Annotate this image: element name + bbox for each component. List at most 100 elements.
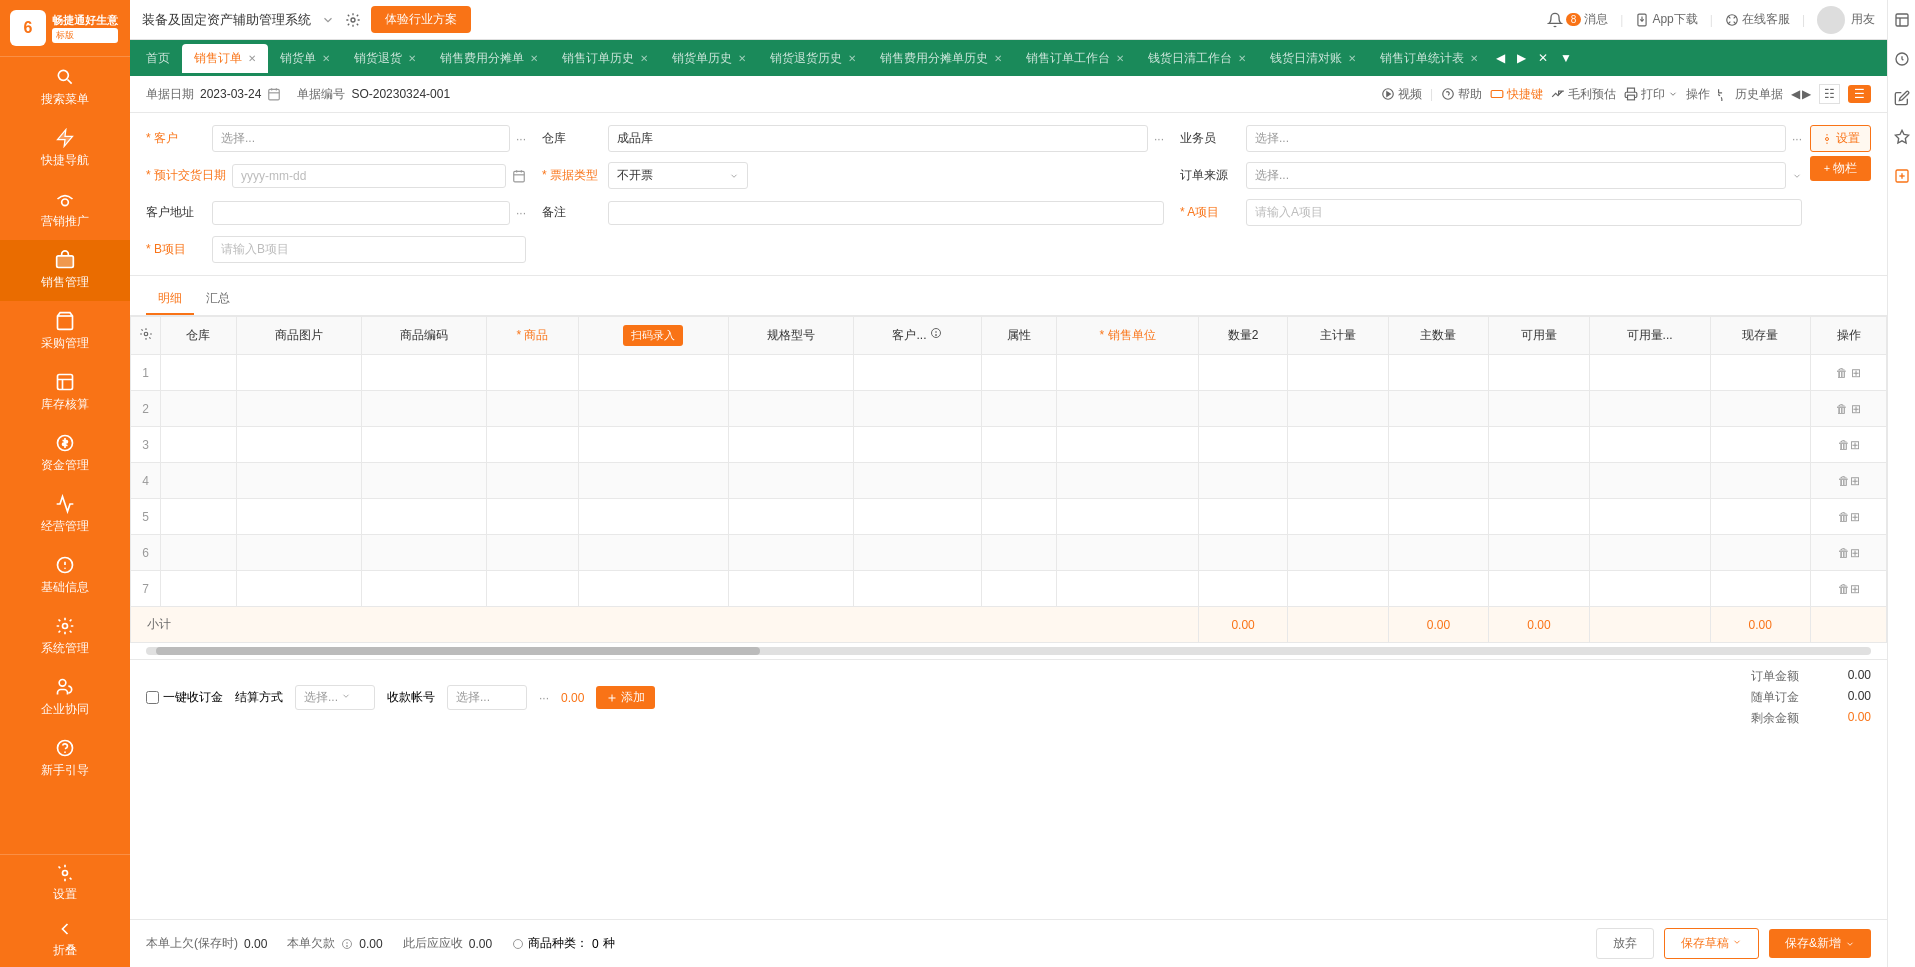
panel-icon-5[interactable] <box>1890 164 1914 191</box>
order-source-input[interactable]: 选择... <box>1246 162 1786 189</box>
row-2-delete-btn[interactable]: 🗑 <box>1836 402 1848 416</box>
row-5-code[interactable] <box>361 499 486 535</box>
tab-sales-order[interactable]: 销售订单 ✕ <box>182 44 268 73</box>
row-1-copy-btn[interactable]: ⊞ <box>1851 366 1861 380</box>
row-2-customer-code[interactable] <box>853 391 981 427</box>
row-2-available2[interactable] <box>1589 391 1710 427</box>
customer-input[interactable]: 选择... <box>212 125 510 152</box>
more-actions-btn[interactable]: 操作 <box>1686 86 1710 103</box>
row-5-mq[interactable] <box>1388 499 1488 535</box>
panel-icon-3[interactable] <box>1890 86 1914 113</box>
sidebar-item-guide[interactable]: 新手引导 <box>0 728 130 789</box>
tab-order-workbench-close[interactable]: ✕ <box>1116 53 1124 64</box>
row-1-warehouse[interactable] <box>161 355 237 391</box>
next-record-btn[interactable]: ▶ <box>1802 87 1811 101</box>
row-1-qty2[interactable] <box>1198 355 1288 391</box>
row-1-unit[interactable] <box>1057 355 1198 391</box>
sidebar-item-search[interactable]: 搜索菜单 <box>0 57 130 118</box>
tab-invoice-history-close[interactable]: ✕ <box>738 53 746 64</box>
salesperson-input[interactable]: 选择... <box>1246 125 1786 152</box>
tab-sales-history[interactable]: 销售订单历史 ✕ <box>550 44 660 73</box>
row-5-ccode[interactable] <box>853 499 981 535</box>
row-2-product[interactable] <box>486 391 578 427</box>
row-6-product[interactable] <box>486 535 578 571</box>
row-4-mu[interactable] <box>1288 463 1388 499</box>
row-6-stk[interactable] <box>1710 535 1810 571</box>
sidebar-item-quick[interactable]: 快捷导航 <box>0 118 130 179</box>
row-5-av[interactable] <box>1489 499 1589 535</box>
row-3-code[interactable] <box>361 427 486 463</box>
row-2-unit[interactable] <box>1057 391 1198 427</box>
row-1-available[interactable] <box>1489 355 1589 391</box>
print-btn[interactable]: 打印 <box>1624 86 1678 103</box>
invoice-select[interactable]: 不开票 <box>608 162 748 189</box>
row-5-attr[interactable] <box>981 499 1057 535</box>
save-new-btn[interactable]: 保存&新增 <box>1769 929 1871 958</box>
save-draft-btn[interactable]: 保存草稿 <box>1664 928 1759 959</box>
row-4-mq[interactable] <box>1388 463 1488 499</box>
row-6-code[interactable] <box>361 535 486 571</box>
list-view-btn[interactable]: ☰ <box>1848 85 1871 103</box>
online-service-btn[interactable]: 在线客服 <box>1725 11 1790 28</box>
row-5-av2[interactable] <box>1589 499 1710 535</box>
row-6-mu[interactable] <box>1288 535 1388 571</box>
row-6-av[interactable] <box>1489 535 1589 571</box>
add-col-btn[interactable]: + 物栏 <box>1810 156 1871 181</box>
warehouse-input[interactable]: 成品库 <box>608 125 1148 152</box>
row-4-stk[interactable] <box>1710 463 1810 499</box>
row-4-qty2[interactable] <box>1198 463 1288 499</box>
row-1-customer-code[interactable] <box>853 355 981 391</box>
row-5-image[interactable] <box>236 499 361 535</box>
salesperson-more-btn[interactable]: ··· <box>1792 132 1802 146</box>
horizontal-scrollbar[interactable] <box>146 647 1871 655</box>
tab-order-workbench[interactable]: 销售订单工作台 ✕ <box>1014 44 1136 73</box>
calendar-icon[interactable] <box>267 87 281 101</box>
row-3-copy-btn[interactable]: ⊞ <box>1850 438 1860 452</box>
tab-reconcile-close[interactable]: ✕ <box>1348 53 1356 64</box>
row-3-mq[interactable] <box>1388 427 1488 463</box>
account-more-btn[interactable]: ··· <box>539 691 549 705</box>
tab-statistics-close[interactable]: ✕ <box>1470 53 1478 64</box>
settings-col-btn[interactable]: 设置 <box>1810 125 1871 152</box>
tab-prev-btn[interactable]: ◀ <box>1490 47 1511 69</box>
row-5-delete-btn[interactable]: 🗑 <box>1838 510 1850 524</box>
row-1-attribute[interactable] <box>981 355 1057 391</box>
remark-input[interactable] <box>608 201 1164 225</box>
project-a-input[interactable]: 请输入A项目 <box>1246 199 1802 226</box>
shortcut-btn[interactable]: 快捷键 <box>1490 86 1543 103</box>
tab-sales-return-close[interactable]: ✕ <box>408 53 416 64</box>
row-6-spec[interactable] <box>728 535 853 571</box>
panel-icon-1[interactable] <box>1890 8 1914 35</box>
row-6-mq[interactable] <box>1388 535 1488 571</box>
row-1-product[interactable] <box>486 355 578 391</box>
sidebar-item-finance[interactable]: 资金管理 <box>0 423 130 484</box>
row-6-image[interactable] <box>236 535 361 571</box>
row-4-spec[interactable] <box>728 463 853 499</box>
row-1-spec[interactable] <box>728 355 853 391</box>
tab-close-all-btn[interactable]: ✕ <box>1532 47 1554 69</box>
row-7-unit[interactable] <box>1057 571 1198 607</box>
row-6-unit[interactable] <box>1057 535 1198 571</box>
tab-expense-history-close[interactable]: ✕ <box>994 53 1002 64</box>
row-2-warehouse[interactable] <box>161 391 237 427</box>
tab-sales-invoice-close[interactable]: ✕ <box>322 53 330 64</box>
calendar-icon-2[interactable] <box>512 169 526 183</box>
row-7-stk[interactable] <box>1710 571 1810 607</box>
row-6-qty2[interactable] <box>1198 535 1288 571</box>
add-payment-btn[interactable]: 添加 <box>596 686 655 709</box>
row-7-product[interactable] <box>486 571 578 607</box>
row-4-unit[interactable] <box>1057 463 1198 499</box>
row-7-attr[interactable] <box>981 571 1057 607</box>
notification-area[interactable]: 8 消息 <box>1547 11 1609 28</box>
sidebar-item-system[interactable]: 系统管理 <box>0 606 130 667</box>
row-5-product[interactable] <box>486 499 578 535</box>
grid-view-btn[interactable]: ☷ <box>1819 84 1840 104</box>
row-7-delete-btn[interactable]: 🗑 <box>1838 582 1850 596</box>
user-area[interactable]: 用友 <box>1817 6 1875 34</box>
sidebar-item-inventory[interactable]: 库存核算 <box>0 362 130 423</box>
row-6-attr[interactable] <box>981 535 1057 571</box>
sidebar-collapse-btn[interactable]: 折叠 <box>0 911 130 967</box>
row-1-main-unit[interactable] <box>1288 355 1388 391</box>
row-7-copy-btn[interactable]: ⊞ <box>1850 582 1860 596</box>
table-tab-detail[interactable]: 明细 <box>146 284 194 315</box>
